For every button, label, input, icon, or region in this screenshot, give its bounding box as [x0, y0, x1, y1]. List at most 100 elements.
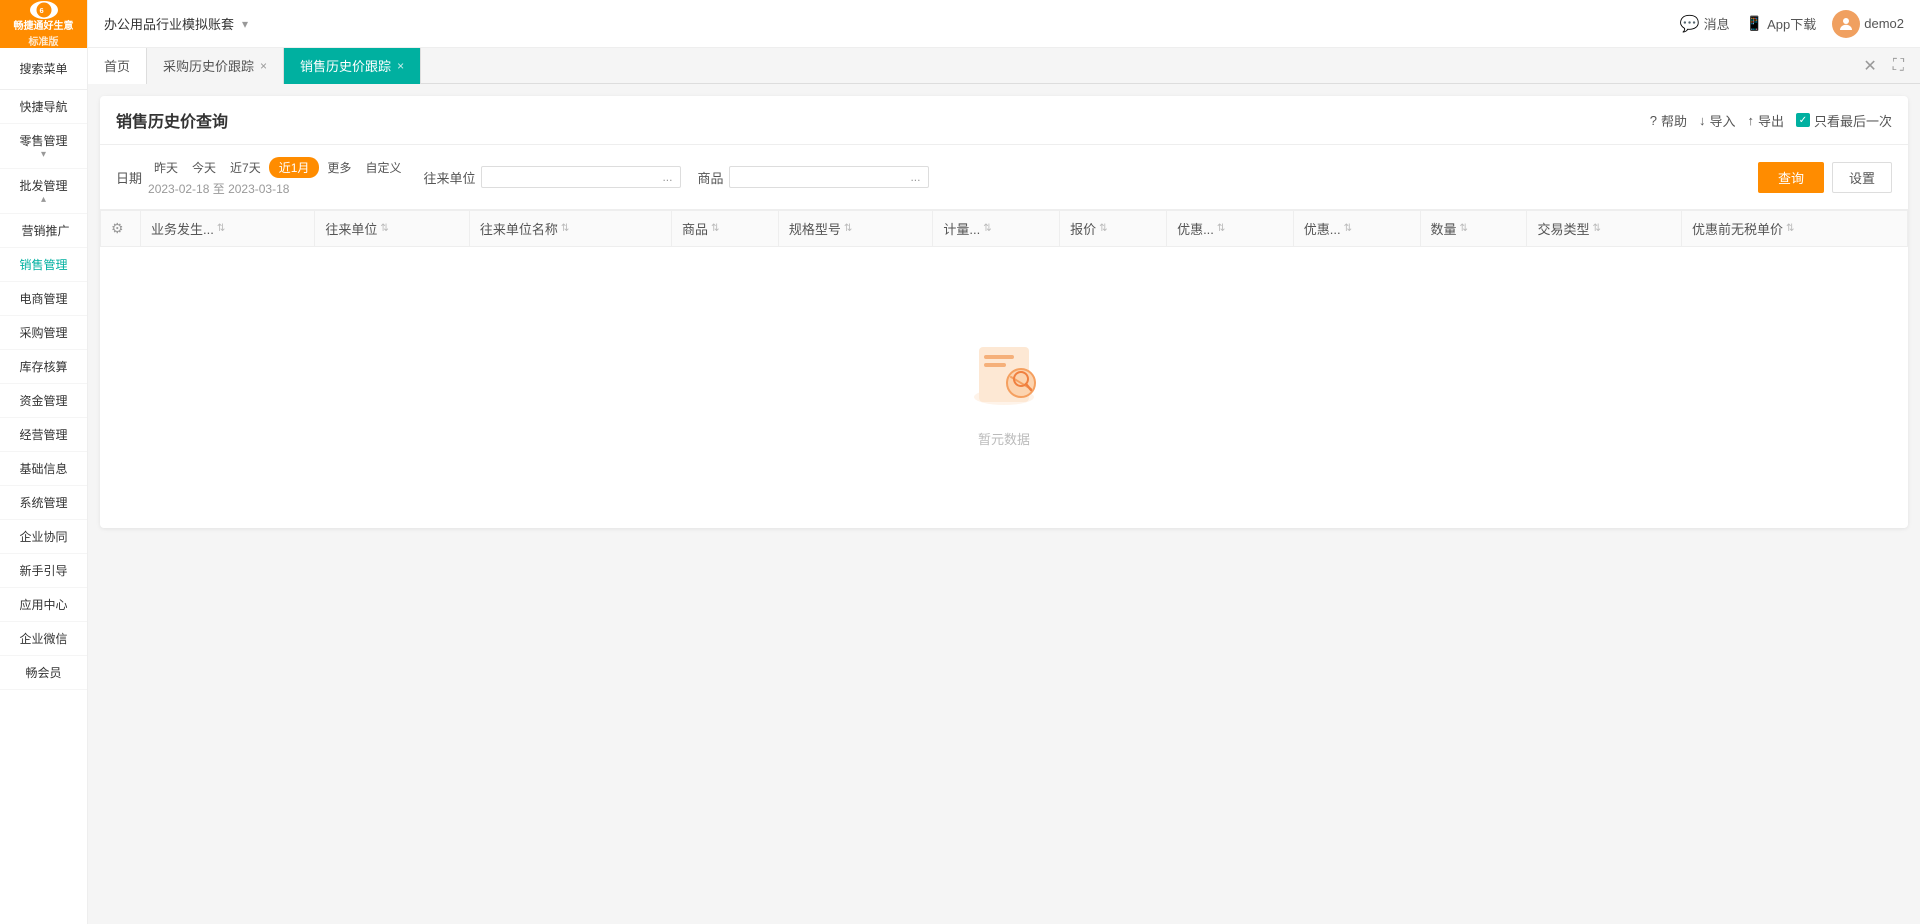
from-unit-label: 往来单位 [423, 168, 475, 187]
chevron-up-icon: ▴ [41, 194, 46, 205]
export-button[interactable]: ↑ 导出 [1747, 111, 1784, 130]
date-btn-7days[interactable]: 近7天 [224, 157, 267, 178]
maximize-icon[interactable]: ⛶ [1889, 53, 1908, 79]
tab-purchase-history[interactable]: 采购历史价跟踪 × [147, 48, 284, 84]
sidebar-wholesale-label: 批发管理 [19, 177, 67, 194]
help-button[interactable]: ? 帮助 [1650, 111, 1687, 130]
product-filter-group: 商品 ... [697, 166, 929, 188]
sort-icon: ⇅ [217, 223, 225, 234]
table-settings-header[interactable]: ⚙ [101, 211, 141, 247]
from-unit-input[interactable]: ... [481, 166, 681, 188]
sidebar-item-operations[interactable]: 经营管理 [0, 418, 87, 452]
sidebar-newbie-label: 新手引导 [19, 562, 67, 579]
filter-actions: 查询 设置 [1758, 162, 1892, 193]
data-table-container: ⚙ 业务发生...⇅ 往来单位⇅ 往来单位名称⇅ [100, 210, 1908, 528]
settings-icon[interactable]: ⚙ [111, 220, 124, 236]
date-btn-more[interactable]: 更多 [321, 157, 357, 178]
sort-icon: ⇅ [1592, 223, 1600, 234]
sidebar-item-basic-info[interactable]: 基础信息 [0, 452, 87, 486]
import-button[interactable]: ↓ 导入 [1699, 111, 1736, 130]
sidebar-search-item[interactable]: 搜索菜单 [0, 48, 87, 90]
topbar-left: 办公用品行业模拟账套 ▾ [104, 14, 248, 33]
sidebar-item-ecommerce[interactable]: 电商管理 [0, 282, 87, 316]
sidebar-item-system[interactable]: 系统管理 [0, 486, 87, 520]
sidebar-search-label[interactable]: 搜索菜单 [6, 56, 81, 81]
table-col-price[interactable]: 报价⇅ [1060, 211, 1167, 247]
empty-state: 暂元数据 [100, 247, 1908, 528]
date-filter-label: 日期 [116, 168, 142, 187]
user-name: demo2 [1864, 16, 1904, 31]
sidebar-item-sales[interactable]: 销售管理 [0, 248, 87, 282]
sidebar-item-inventory[interactable]: 库存核算 [0, 350, 87, 384]
tab-home[interactable]: 首页 [88, 48, 147, 84]
table-col-unit-name[interactable]: 往来单位名称⇅ [469, 211, 671, 247]
close-tab-icon[interactable]: ✕ [1859, 52, 1880, 80]
sidebar-item-quicknav[interactable]: 快捷导航 [0, 90, 87, 124]
table-col-trade-type[interactable]: 交易类型⇅ [1527, 211, 1682, 247]
tab-purchase-label: 采购历史价跟踪 [163, 56, 254, 75]
date-buttons: 昨天 今天 近7天 近1月 更多 自定义 [148, 157, 407, 178]
app-subtitle: 标准版 [29, 33, 59, 48]
import-label: 导入 [1709, 111, 1735, 130]
sort-icon: ⇅ [844, 223, 852, 234]
user-menu-button[interactable]: demo2 [1832, 10, 1904, 38]
sidebar-item-retail[interactable]: 零售管理 ▾ [0, 124, 87, 169]
page-header: 销售历史价查询 ? 帮助 ↓ 导入 ↑ 导出 ✓ [100, 96, 1908, 145]
sidebar-item-appcenter[interactable]: 应用中心 [0, 588, 87, 622]
help-label: 帮助 [1661, 111, 1687, 130]
sidebar-finance-label: 资金管理 [19, 392, 67, 409]
tab-purchase-close-icon[interactable]: × [260, 60, 267, 72]
table-header: ⚙ 业务发生...⇅ 往来单位⇅ 往来单位名称⇅ [101, 211, 1908, 247]
import-icon: ↓ [1699, 113, 1706, 128]
date-btn-today[interactable]: 今天 [186, 157, 222, 178]
sidebar-operations-label: 经营管理 [19, 426, 67, 443]
table-col-spec[interactable]: 规格型号⇅ [778, 211, 933, 247]
topbar-dropdown-icon[interactable]: ▾ [242, 17, 248, 31]
date-btn-1month[interactable]: 近1月 [269, 157, 320, 178]
sort-icon: ⇅ [1099, 223, 1107, 234]
table-col-discount2[interactable]: 优惠...⇅ [1293, 211, 1420, 247]
sidebar-item-marketing[interactable]: 营销推广 [0, 214, 87, 248]
sort-icon: ⇅ [983, 223, 991, 234]
table-col-biz-date[interactable]: 业务发生...⇅ [141, 211, 315, 247]
sidebar-inventory-label: 库存核算 [19, 358, 67, 375]
sidebar-item-collab[interactable]: 企业协同 [0, 520, 87, 554]
sort-icon: ⇅ [1460, 223, 1468, 234]
messages-button[interactable]: 💬 消息 [1680, 14, 1730, 34]
date-btn-yesterday[interactable]: 昨天 [148, 157, 184, 178]
date-filter-section: 昨天 今天 近7天 近1月 更多 自定义 2023-02-18 至 2023-0… [148, 157, 407, 197]
date-btn-custom[interactable]: 自定义 [359, 157, 407, 178]
sidebar-collab-label: 企业协同 [19, 528, 67, 545]
date-filter-group: 日期 昨天 今天 近7天 近1月 更多 自定义 2023-02-18 至 202… [116, 157, 407, 197]
topbar-right: 💬 消息 📱 App下载 demo2 [1680, 10, 1904, 38]
sidebar-item-finance[interactable]: 资金管理 [0, 384, 87, 418]
logo-icon: 6 [30, 1, 58, 19]
app-logo: 6 畅捷通好生意 标准版 [0, 0, 87, 48]
sidebar-item-newbie[interactable]: 新手引导 [0, 554, 87, 588]
query-button[interactable]: 查询 [1758, 162, 1824, 193]
settings-button[interactable]: 设置 [1832, 162, 1892, 193]
empty-icon [959, 327, 1049, 417]
from-unit-filter-group: 往来单位 ... [423, 166, 681, 188]
tab-sales-close-icon[interactable]: × [397, 60, 404, 72]
table-col-unit[interactable]: 计量...⇅ [933, 211, 1060, 247]
table-col-quantity[interactable]: 数量⇅ [1420, 211, 1527, 247]
table-col-unit-code[interactable]: 往来单位⇅ [315, 211, 470, 247]
page-title: 销售历史价查询 [116, 108, 228, 132]
table-col-discount1[interactable]: 优惠...⇅ [1167, 211, 1294, 247]
sidebar-item-wholesale[interactable]: 批发管理 ▴ [0, 169, 87, 214]
table-col-pretax-price[interactable]: 优惠前无税单价⇅ [1681, 211, 1907, 247]
table-col-product[interactable]: 商品⇅ [671, 211, 778, 247]
product-input[interactable]: ... [729, 166, 929, 188]
only-last-checkbox[interactable]: ✓ 只看最后一次 [1796, 111, 1892, 130]
sidebar-appcenter-label: 应用中心 [19, 596, 67, 613]
tab-sales-history[interactable]: 销售历史价跟踪 × [284, 48, 421, 84]
sidebar: 6 畅捷通好生意 标准版 搜索菜单 快捷导航 零售管理 ▾ 批发管理 ▴ 营销推… [0, 0, 88, 924]
sidebar-item-purchase[interactable]: 采购管理 [0, 316, 87, 350]
sidebar-item-member[interactable]: 畅会员 [0, 656, 87, 690]
message-icon: 💬 [1680, 14, 1700, 34]
sidebar-item-wechat[interactable]: 企业微信 [0, 622, 87, 656]
app-download-button[interactable]: 📱 App下载 [1746, 14, 1817, 33]
main-area: 办公用品行业模拟账套 ▾ 💬 消息 📱 App下载 demo2 首页 [88, 0, 1920, 924]
sidebar-marketing-label: 营销推广 [21, 222, 69, 239]
